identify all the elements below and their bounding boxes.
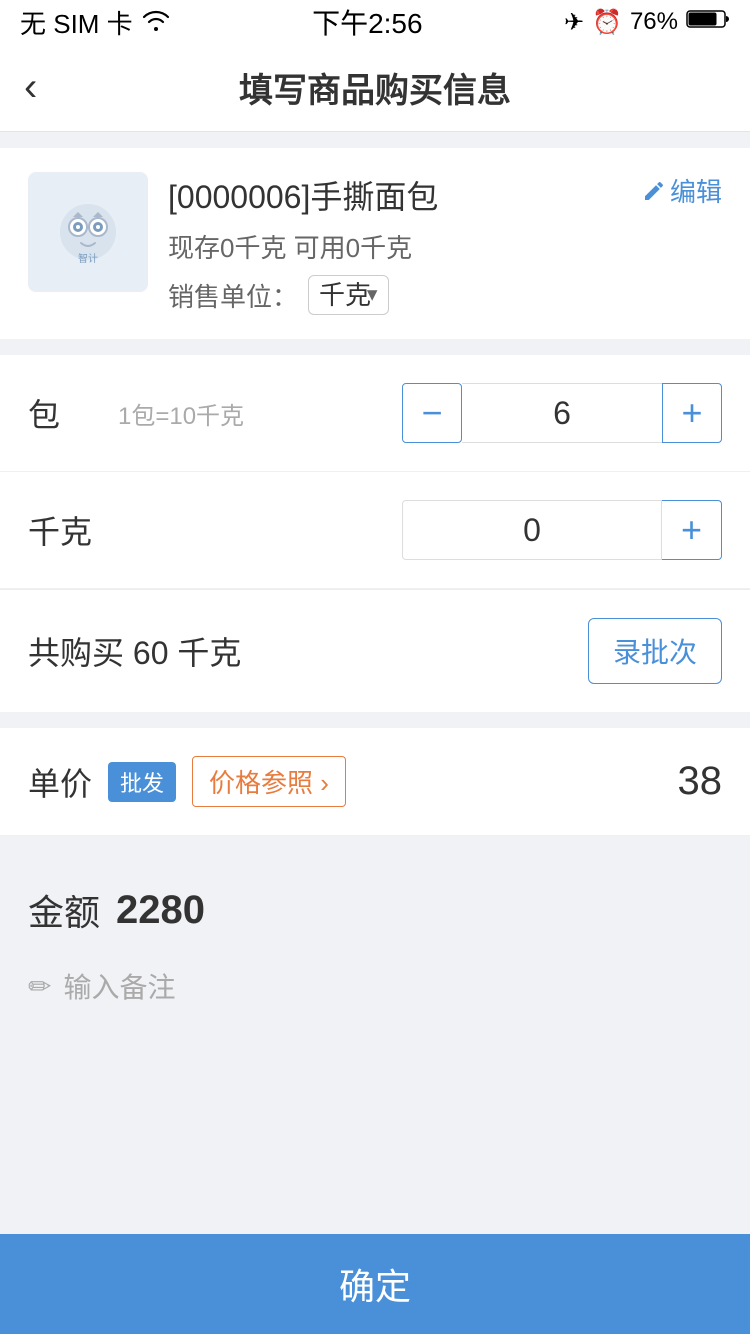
kg-controls: + (402, 500, 722, 560)
product-section: 智计 [0000006]手撕面包 编辑 现存0千克 可用0千克 销售单位： 千克 (0, 148, 750, 339)
svg-text:智计: 智计 (78, 252, 98, 265)
edit-button[interactable]: 编辑 (642, 172, 722, 209)
unit-select-wrapper[interactable]: 千克 (308, 275, 389, 315)
note-placeholder: 输入备注 (63, 966, 175, 1006)
pencil-icon: ✏ (28, 970, 51, 1003)
battery-percent: 76% (630, 8, 678, 36)
status-bar: 无 SIM 卡 下午2:56 ✈ ⏰ 76% (0, 0, 750, 44)
sim-status: 无 SIM 卡 (20, 4, 133, 41)
price-row: 单价 批发 价格参照 › 38 (28, 756, 722, 807)
note-row[interactable]: ✏ 输入备注 (28, 956, 722, 1036)
amount-section: 金额 2280 ✏ 输入备注 (0, 836, 750, 1036)
product-name: [0000006]手撕面包 (168, 172, 438, 218)
summary-row: 共购买 60 千克 录批次 (0, 589, 750, 712)
amount-value: 2280 (116, 888, 205, 933)
quantity-section: 包 1包=10千克 − + 千克 + (0, 355, 750, 589)
wifi-icon (141, 7, 171, 38)
status-time: 下午2:56 (312, 2, 423, 42)
price-value: 38 (678, 759, 723, 804)
kg-row: 千克 + (0, 472, 750, 589)
status-right: ✈ ⏰ 76% (564, 8, 730, 37)
confirm-button[interactable]: 确定 (339, 1258, 411, 1310)
bao-plus-button[interactable]: + (662, 383, 722, 443)
product-stock: 现存0千克 可用0千克 (168, 228, 722, 265)
location-icon: ✈ (564, 8, 584, 37)
page-title: 填写商品购买信息 (239, 63, 511, 112)
confirm-bar[interactable]: 确定 (0, 1234, 750, 1334)
kg-plus-button[interactable]: + (662, 500, 722, 560)
bao-input[interactable] (462, 383, 662, 443)
bao-controls: − + (402, 383, 722, 443)
battery-icon (686, 8, 730, 37)
bao-minus-button[interactable]: − (402, 383, 462, 443)
batch-button[interactable]: 录批次 (588, 618, 722, 684)
kg-label: 千克 (28, 507, 402, 553)
amount-label: 金额 (28, 884, 100, 936)
amount-row: 金额 2280 (28, 864, 722, 956)
price-tag-badge: 批发 (108, 762, 176, 802)
product-image: 智计 (28, 172, 148, 292)
price-section: 单价 批发 价格参照 › 38 (0, 728, 750, 836)
alarm-icon: ⏰ (592, 8, 622, 37)
summary-text: 共购买 60 千克 (28, 628, 241, 674)
unit-select[interactable]: 千克 (308, 275, 389, 315)
bao-row: 包 1包=10千克 − + (0, 355, 750, 472)
product-info: [0000006]手撕面包 编辑 现存0千克 可用0千克 销售单位： 千克 (168, 172, 722, 315)
price-ref-button[interactable]: 价格参照 › (192, 756, 346, 807)
nav-bar: ‹ 填写商品购买信息 (0, 44, 750, 132)
kg-input[interactable] (402, 500, 662, 560)
bao-label: 包 (28, 390, 108, 436)
status-left: 无 SIM 卡 (20, 4, 171, 41)
bao-hint: 1包=10千克 (118, 396, 402, 431)
back-button[interactable]: ‹ (24, 65, 37, 110)
section-divider (0, 712, 750, 728)
price-label: 单价 (28, 759, 92, 805)
product-unit: 销售单位： 千克 (168, 275, 722, 315)
